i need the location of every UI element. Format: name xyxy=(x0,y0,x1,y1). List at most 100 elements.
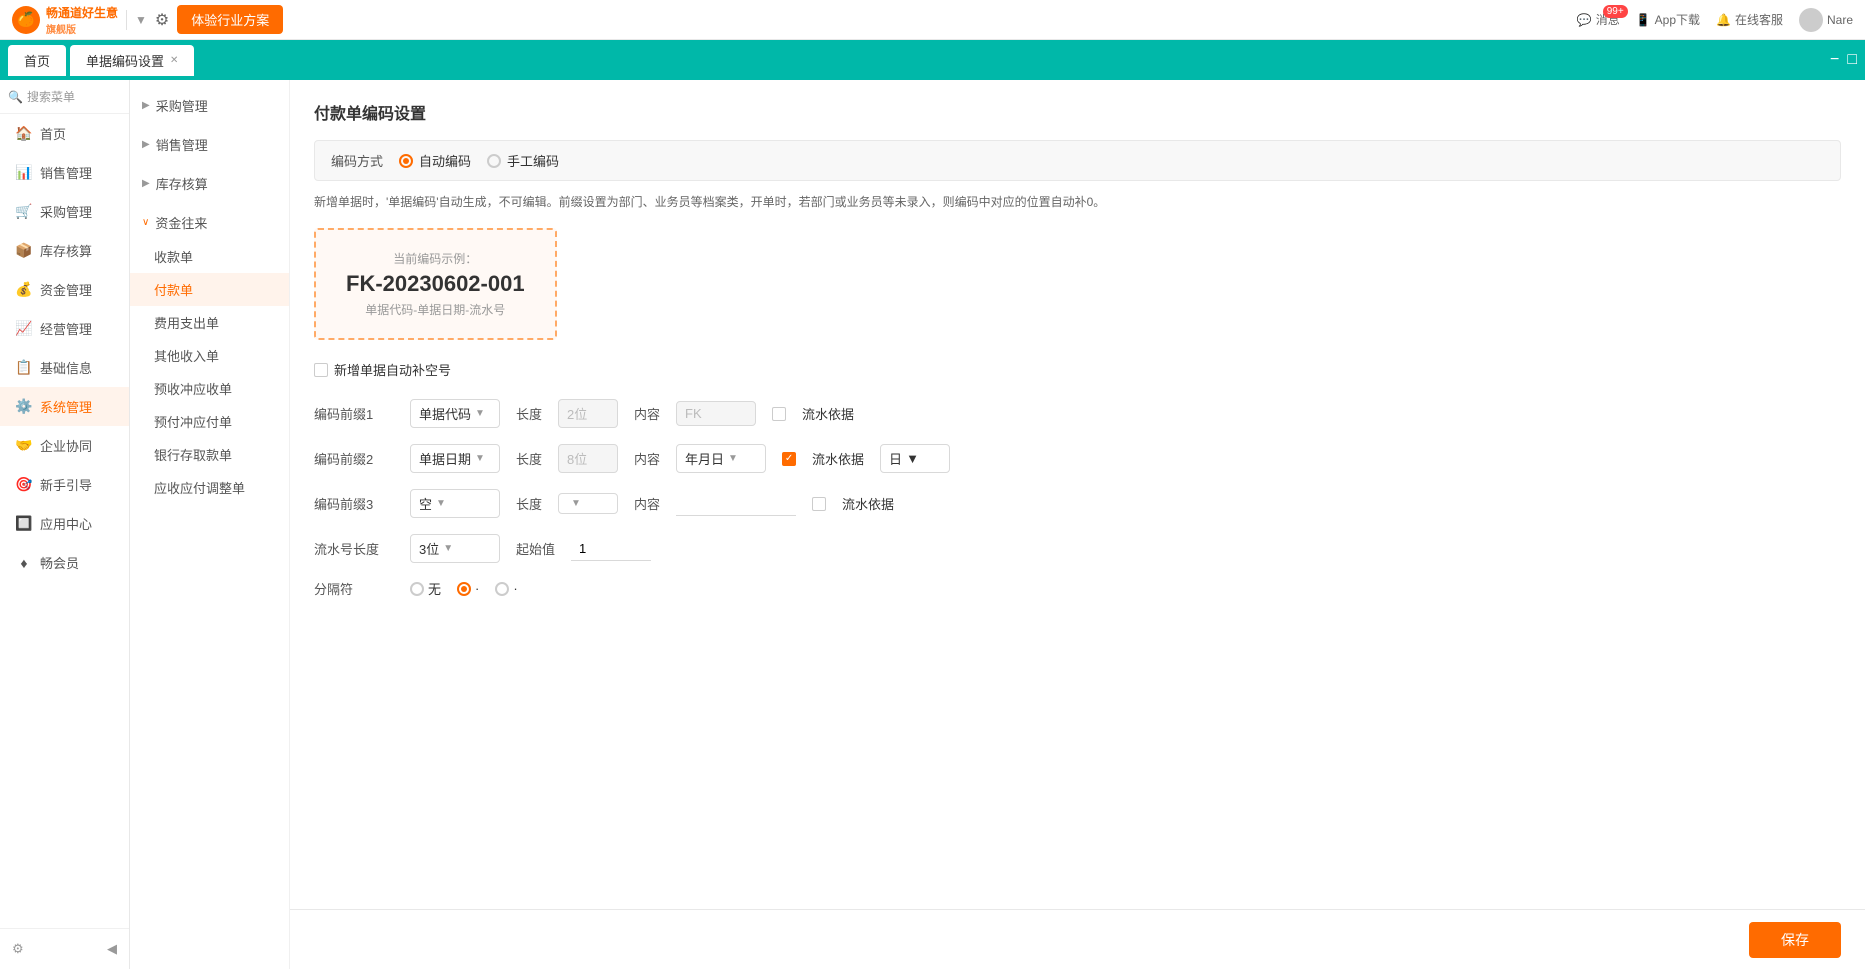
sidebar-item-finance[interactable]: 💰 资金管理 xyxy=(0,270,129,309)
content2-select[interactable]: 年月日 ▼ xyxy=(676,444,766,473)
sub-menu-header-purchase[interactable]: ▶ 采购管理 xyxy=(130,88,289,123)
guide-icon: 🎯 xyxy=(16,477,32,493)
start-value-input[interactable] xyxy=(571,537,651,561)
maximize-btn[interactable]: □ xyxy=(1847,51,1857,69)
sub-menu-item-bank[interactable]: 银行存取款单 xyxy=(130,438,289,471)
label-sales: 销售管理 xyxy=(156,135,208,154)
avatar xyxy=(1799,8,1823,32)
industry-btn[interactable]: 体验行业方案 xyxy=(177,5,283,34)
sidebar-item-basic[interactable]: 📋 基础信息 xyxy=(0,348,129,387)
search-icon: 🔍 xyxy=(8,90,23,104)
minimize-btn[interactable]: − xyxy=(1830,51,1839,69)
prefix3-arrow: ▼ xyxy=(436,498,446,509)
sidebar-item-sales[interactable]: 📊 销售管理 xyxy=(0,153,129,192)
serial2-unit-value: 日 xyxy=(889,449,902,468)
sidebar-system-label: 系统管理 xyxy=(40,397,92,416)
serial-length-select[interactable]: 3位 ▼ xyxy=(410,534,500,563)
sep-dot-dot xyxy=(461,586,467,592)
logo-icon: 🍊 xyxy=(12,6,40,34)
prefix3-select[interactable]: 空 ▼ xyxy=(410,489,500,518)
auto-coding-label: 自动编码 xyxy=(419,151,471,170)
sep-none-btn[interactable] xyxy=(410,582,424,596)
download-item[interactable]: 📱 App下载 xyxy=(1636,11,1700,28)
save-button[interactable]: 保存 xyxy=(1749,922,1841,958)
tab-close-icon[interactable]: ✕ xyxy=(170,55,178,66)
sidebar-item-guide[interactable]: 🎯 新手引导 xyxy=(0,465,129,504)
tab-invoice-code[interactable]: 单据编码设置 ✕ xyxy=(70,45,194,76)
auto-fill-checkbox[interactable] xyxy=(314,363,328,377)
sub-menu-item-adjustment[interactable]: 应收应付调整单 xyxy=(130,471,289,504)
sub-menu-item-advance-recv[interactable]: 预收冲应收单 xyxy=(130,372,289,405)
content-area: 付款单编码设置 编码方式 自动编码 手工编码 新增单据时，'单据编码'自动生成，… xyxy=(290,80,1865,969)
inventory-icon: 📦 xyxy=(16,243,32,259)
tab-home[interactable]: 首页 xyxy=(8,45,66,76)
sidebar-settings-icon[interactable]: ⚙ xyxy=(12,941,24,957)
message-item[interactable]: 💬 消息 99+ xyxy=(1577,11,1620,28)
sub-menu-group-finance: ∨ 资金往来 收款单 付款单 费用支出单 其他收入单 预收冲应收单 预付冲应付单… xyxy=(130,205,289,504)
coding-method-row: 编码方式 自动编码 手工编码 xyxy=(314,140,1841,181)
sidebar-footer: ⚙ ◀ xyxy=(0,928,129,969)
length3-label: 长度 xyxy=(516,494,542,513)
sidebar-item-system[interactable]: ⚙️ 系统管理 xyxy=(0,387,129,426)
nav-arrow[interactable]: ▼ xyxy=(135,13,147,27)
basic-icon: 📋 xyxy=(16,360,32,376)
sidebar-item-home[interactable]: 🏠 首页 xyxy=(0,114,129,153)
serial1-checkbox[interactable] xyxy=(772,407,786,421)
form-row-prefix1: 编码前缀1 单据代码 ▼ 长度 2位 内容 流水依据 xyxy=(314,399,1841,428)
sidebar-item-member[interactable]: ♦ 畅会员 xyxy=(0,543,129,582)
sidebar-item-cooperation[interactable]: 🤝 企业协同 xyxy=(0,426,129,465)
sidebar-item-inventory[interactable]: 📦 库存核算 xyxy=(0,231,129,270)
sep-none-radio[interactable]: 无 xyxy=(410,579,441,598)
message-badge: 99+ xyxy=(1603,5,1628,18)
content1-input xyxy=(676,401,756,426)
tabbar-actions: − □ xyxy=(1830,51,1857,69)
content2-value: 年月日 xyxy=(685,449,724,468)
serial2-unit-select[interactable]: 日 ▼ xyxy=(880,444,950,473)
sub-menu-item-payment[interactable]: 付款单 xyxy=(130,273,289,306)
length2-value: 8位 xyxy=(558,444,618,473)
content1-label: 内容 xyxy=(634,404,660,423)
sep-dot2-radio[interactable]: · xyxy=(495,581,517,596)
sidebar-item-purchase[interactable]: 🛒 采购管理 xyxy=(0,192,129,231)
length1-label: 长度 xyxy=(516,404,542,423)
settings-icon[interactable]: ⚙ xyxy=(155,10,169,30)
prefix2-arrow: ▼ xyxy=(475,453,485,464)
manual-radio-btn[interactable] xyxy=(487,154,501,168)
sep-dot2-btn[interactable] xyxy=(495,582,509,596)
sep-dot-btn[interactable] xyxy=(457,582,471,596)
auto-coding-radio[interactable]: 自动编码 xyxy=(399,151,471,170)
sub-menu-item-advance-pay[interactable]: 预付冲应付单 xyxy=(130,405,289,438)
sep-dot-radio[interactable]: · xyxy=(457,581,479,596)
prefix1-select[interactable]: 单据代码 ▼ xyxy=(410,399,500,428)
serial2-checkbox[interactable]: ✓ xyxy=(782,452,796,466)
sub-menu-header-sales[interactable]: ▶ 销售管理 xyxy=(130,127,289,162)
arrow-finance: ∨ xyxy=(142,217,149,228)
sidebar-collapse-icon[interactable]: ◀ xyxy=(107,941,117,957)
topbar-divider xyxy=(126,10,127,30)
sub-menu-item-receipt[interactable]: 收款单 xyxy=(130,240,289,273)
sidebar-item-operation[interactable]: 📈 经营管理 xyxy=(0,309,129,348)
auto-radio-btn[interactable] xyxy=(399,154,413,168)
radio-dot xyxy=(403,158,409,164)
serial3-checkbox[interactable] xyxy=(812,497,826,511)
content2-label: 内容 xyxy=(634,449,660,468)
service-item[interactable]: 🔔 在线客服 xyxy=(1716,11,1783,28)
content3-input[interactable] xyxy=(676,492,796,516)
manual-coding-radio[interactable]: 手工编码 xyxy=(487,151,559,170)
app-icon: 🔲 xyxy=(16,516,32,532)
sidebar-search[interactable]: 🔍 搜索菜单 xyxy=(0,80,129,114)
serial-length-label: 流水号长度 xyxy=(314,539,394,558)
app-logo: 🍊 畅通道好生意 旗舰版 xyxy=(12,4,118,36)
sub-menu-item-expense[interactable]: 费用支出单 xyxy=(130,306,289,339)
sidebar-purchase-label: 采购管理 xyxy=(40,202,92,221)
length3-select[interactable]: ▼ xyxy=(558,493,618,514)
user-avatar[interactable]: Nare xyxy=(1799,8,1853,32)
sidebar-item-app[interactable]: 🔲 应用中心 xyxy=(0,504,129,543)
sub-menu-item-income[interactable]: 其他收入单 xyxy=(130,339,289,372)
sub-menu-header-finance[interactable]: ∨ 资金往来 xyxy=(130,205,289,240)
finance-icon: 💰 xyxy=(16,282,32,298)
sales-icon: 📊 xyxy=(16,165,32,181)
prefix2-select[interactable]: 单据日期 ▼ xyxy=(410,444,500,473)
sub-menu-header-inventory[interactable]: ▶ 库存核算 xyxy=(130,166,289,201)
content2-arrow: ▼ xyxy=(728,453,738,464)
